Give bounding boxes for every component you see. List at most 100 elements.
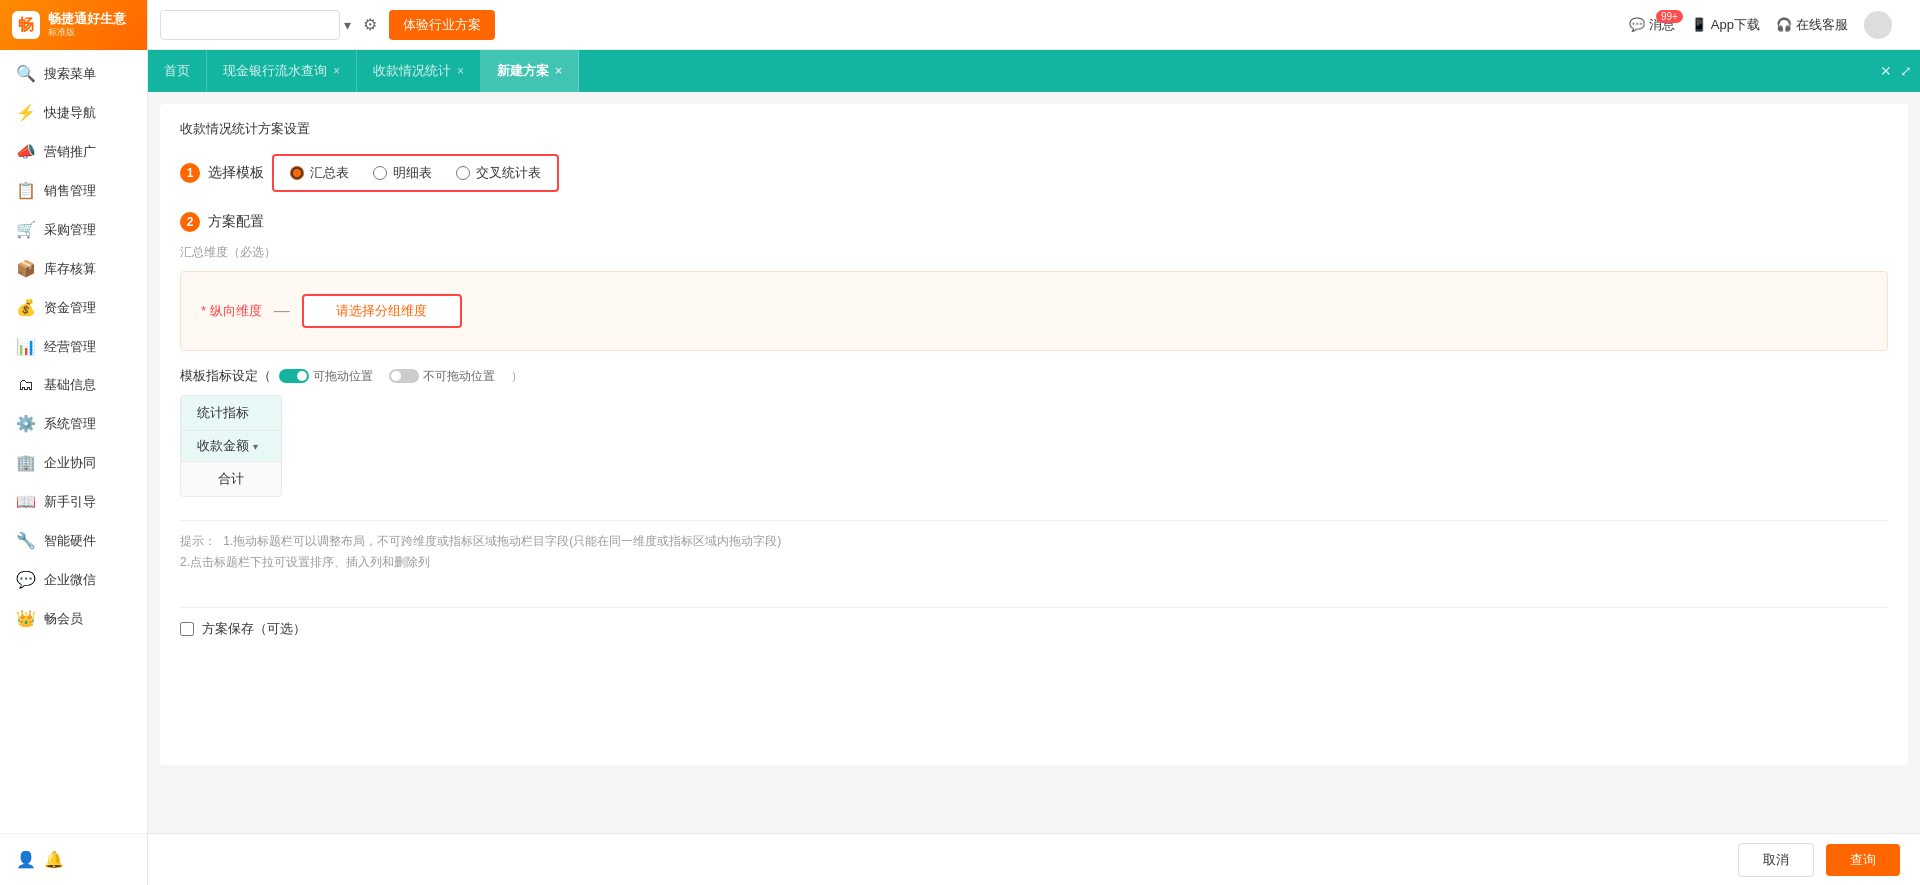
- save-section: 方案保存（可选）: [180, 607, 1888, 638]
- tab-home[interactable]: 首页: [148, 50, 207, 92]
- toggle-nondraggable: 不可拖动位置: [389, 368, 495, 385]
- dimension-row: * 纵向维度 — 请选择分组维度: [201, 294, 462, 328]
- toggle-draggable-indicator: [279, 369, 309, 383]
- dimension-section: 汇总维度（必选） * 纵向维度 — 请选择分组维度: [180, 244, 1888, 351]
- headset-icon: 🎧: [1776, 17, 1792, 32]
- sidebar-item-member[interactable]: 👑 畅会员: [0, 599, 147, 638]
- toggle-group: 可拖动位置 不可拖动位置 ）: [279, 368, 523, 385]
- topbar-search-area: ▾: [160, 10, 351, 40]
- sidebar-item-hardware[interactable]: 🔧 智能硬件: [0, 521, 147, 560]
- metrics-table: 统计指标 收款金额 ▾ 合计: [180, 395, 282, 497]
- radio-summary[interactable]: 汇总表: [290, 164, 349, 182]
- step1-badge: 1: [180, 163, 200, 183]
- enterprise-icon: 🏢: [16, 453, 36, 472]
- dimension-drop-area: * 纵向维度 — 请选择分组维度: [180, 271, 1888, 351]
- metrics-chevron-icon: ▾: [253, 441, 258, 452]
- tab-collection-stats[interactable]: 收款情况统计 ×: [357, 50, 481, 92]
- radio-detail-input[interactable]: [373, 166, 387, 180]
- gear-icon[interactable]: ⚙: [363, 15, 377, 34]
- tabbar-spacer: [579, 50, 1872, 92]
- metrics-col-header: 收款金额 ▾: [181, 431, 281, 462]
- step1-section: 1 选择模板 汇总表 明细表 交叉统计表: [180, 154, 1888, 192]
- sidebar-item-enterprise[interactable]: 🏢 企业协同: [0, 443, 147, 482]
- close-all-icon[interactable]: ✕: [1880, 63, 1892, 79]
- metrics-hint: 模板指标设定（ 可拖动位置 不可拖动位置 ）: [180, 367, 1888, 385]
- sidebar-item-weixin[interactable]: 💬 企业微信: [0, 560, 147, 599]
- metrics-section: 模板指标设定（ 可拖动位置 不可拖动位置 ）: [180, 367, 1888, 500]
- sidebar-item-basic-info[interactable]: 🗂 基础信息: [0, 366, 147, 404]
- app-icon: 📱: [1691, 17, 1707, 32]
- close-bank-flow-tab[interactable]: ×: [333, 64, 340, 78]
- sidebar-item-quicknav[interactable]: ⚡ 快捷导航: [0, 93, 147, 132]
- member-icon: 👑: [16, 609, 36, 628]
- page-content: 收款情况统计方案设置 1 选择模板 汇总表 明细表: [160, 104, 1908, 765]
- sidebar-footer: 👤 🔔: [0, 833, 147, 885]
- finance-icon: 💰: [16, 298, 36, 317]
- radio-cross[interactable]: 交叉统计表: [456, 164, 541, 182]
- dropdown-icon[interactable]: ▾: [344, 17, 351, 33]
- app-download-button[interactable]: 📱 App下载: [1691, 16, 1760, 34]
- sidebar-item-operations[interactable]: 📊 经营管理: [0, 327, 147, 366]
- search-input[interactable]: [160, 10, 340, 40]
- tips-section: 提示： 1.拖动标题栏可以调整布局，不可跨维度或指标区域拖动栏目字段(只能在同一…: [180, 520, 1888, 587]
- tab-new-plan[interactable]: 新建方案 ×: [481, 50, 579, 92]
- tab-bank-flow[interactable]: 现金银行流水查询 ×: [207, 50, 357, 92]
- service-button[interactable]: 🎧 在线客服: [1776, 16, 1848, 34]
- template-radio-group: 汇总表 明细表 交叉统计表: [272, 154, 559, 192]
- close-collection-tab[interactable]: ×: [457, 64, 464, 78]
- step2-header: 2 方案配置: [180, 212, 1888, 232]
- dimension-label: 汇总维度（必选）: [180, 244, 1888, 261]
- tabbar: 首页 现金银行流水查询 × 收款情况统计 × 新建方案 × ✕ ⤢: [148, 50, 1920, 92]
- save-checkbox[interactable]: [180, 622, 194, 636]
- basic-info-icon: 🗂: [16, 376, 36, 394]
- trial-button[interactable]: 体验行业方案: [389, 10, 495, 40]
- tip2: 2.点击标题栏下拉可设置排序、插入列和删除列: [180, 554, 1888, 571]
- sidebar-item-purchase[interactable]: 🛒 采购管理: [0, 210, 147, 249]
- metrics-dropdown-btn[interactable]: 收款金额 ▾: [197, 437, 265, 455]
- footer-icon2: 🔔: [44, 850, 64, 869]
- radio-cross-input[interactable]: [456, 166, 470, 180]
- bottom-bar: 取消 查询: [148, 833, 1920, 885]
- close-new-plan-tab[interactable]: ×: [555, 64, 562, 78]
- radio-summary-label: 汇总表: [310, 164, 349, 182]
- sidebar-header: 畅 畅捷通好生意 标准版: [0, 0, 147, 50]
- dimension-row-label: * 纵向维度: [201, 302, 262, 320]
- dimension-placeholder[interactable]: 请选择分组维度: [302, 294, 462, 328]
- inventory-icon: 📦: [16, 259, 36, 278]
- maximize-icon[interactable]: ⤢: [1900, 63, 1912, 79]
- sidebar-item-sales[interactable]: 📋 销售管理: [0, 171, 147, 210]
- sidebar-item-search[interactable]: 🔍 搜索菜单: [0, 54, 147, 93]
- cancel-button[interactable]: 取消: [1738, 843, 1814, 877]
- sidebar-footer-item[interactable]: 👤 🔔: [0, 842, 147, 877]
- sidebar-nav: 🔍 搜索菜单 ⚡ 快捷导航 📣 营销推广 📋 销售管理 🛒 采购管理 📦 库存核…: [0, 50, 147, 833]
- page-title: 收款情况统计方案设置: [180, 120, 1888, 138]
- query-button[interactable]: 查询: [1826, 844, 1900, 876]
- save-label: 方案保存（可选）: [202, 620, 306, 638]
- metrics-total-cell: 合计: [181, 462, 281, 496]
- sidebar: 畅 畅捷通好生意 标准版 🔍 搜索菜单 ⚡ 快捷导航 📣 营销推广 📋 销售管理…: [0, 0, 148, 885]
- content-area: 收款情况统计方案设置 1 选择模板 汇总表 明细表: [148, 92, 1920, 833]
- radio-summary-input[interactable]: [290, 166, 304, 180]
- topbar-right: 💬 消息 99+ 📱 App下载 🎧 在线客服: [1629, 11, 1908, 39]
- toggle-draggable-label: 可拖动位置: [313, 368, 373, 385]
- sidebar-item-finance[interactable]: 💰 资金管理: [0, 288, 147, 327]
- toggle-nondraggable-indicator: [389, 369, 419, 383]
- logo-text: 畅捷通好生意 标准版: [48, 11, 126, 40]
- search-icon: 🔍: [16, 64, 36, 83]
- footer-icon1: 👤: [16, 850, 36, 869]
- radio-cross-label: 交叉统计表: [476, 164, 541, 182]
- sidebar-item-marketing[interactable]: 📣 营销推广: [0, 132, 147, 171]
- sidebar-item-system[interactable]: ⚙️ 系统管理: [0, 404, 147, 443]
- sidebar-item-inventory[interactable]: 📦 库存核算: [0, 249, 147, 288]
- hardware-icon: 🔧: [16, 531, 36, 550]
- toggle-suffix: ）: [511, 368, 523, 385]
- radio-detail[interactable]: 明细表: [373, 164, 432, 182]
- system-icon: ⚙️: [16, 414, 36, 433]
- marketing-icon: 📣: [16, 142, 36, 161]
- message-button[interactable]: 💬 消息 99+: [1629, 16, 1675, 34]
- tip1: 提示： 1.拖动标题栏可以调整布局，不可跨维度或指标区域拖动栏目字段(只能在同一…: [180, 533, 1888, 550]
- toggle-draggable[interactable]: 可拖动位置: [279, 368, 373, 385]
- logo-icon: 畅: [12, 11, 40, 39]
- sales-icon: 📋: [16, 181, 36, 200]
- sidebar-item-guide[interactable]: 📖 新手引导: [0, 482, 147, 521]
